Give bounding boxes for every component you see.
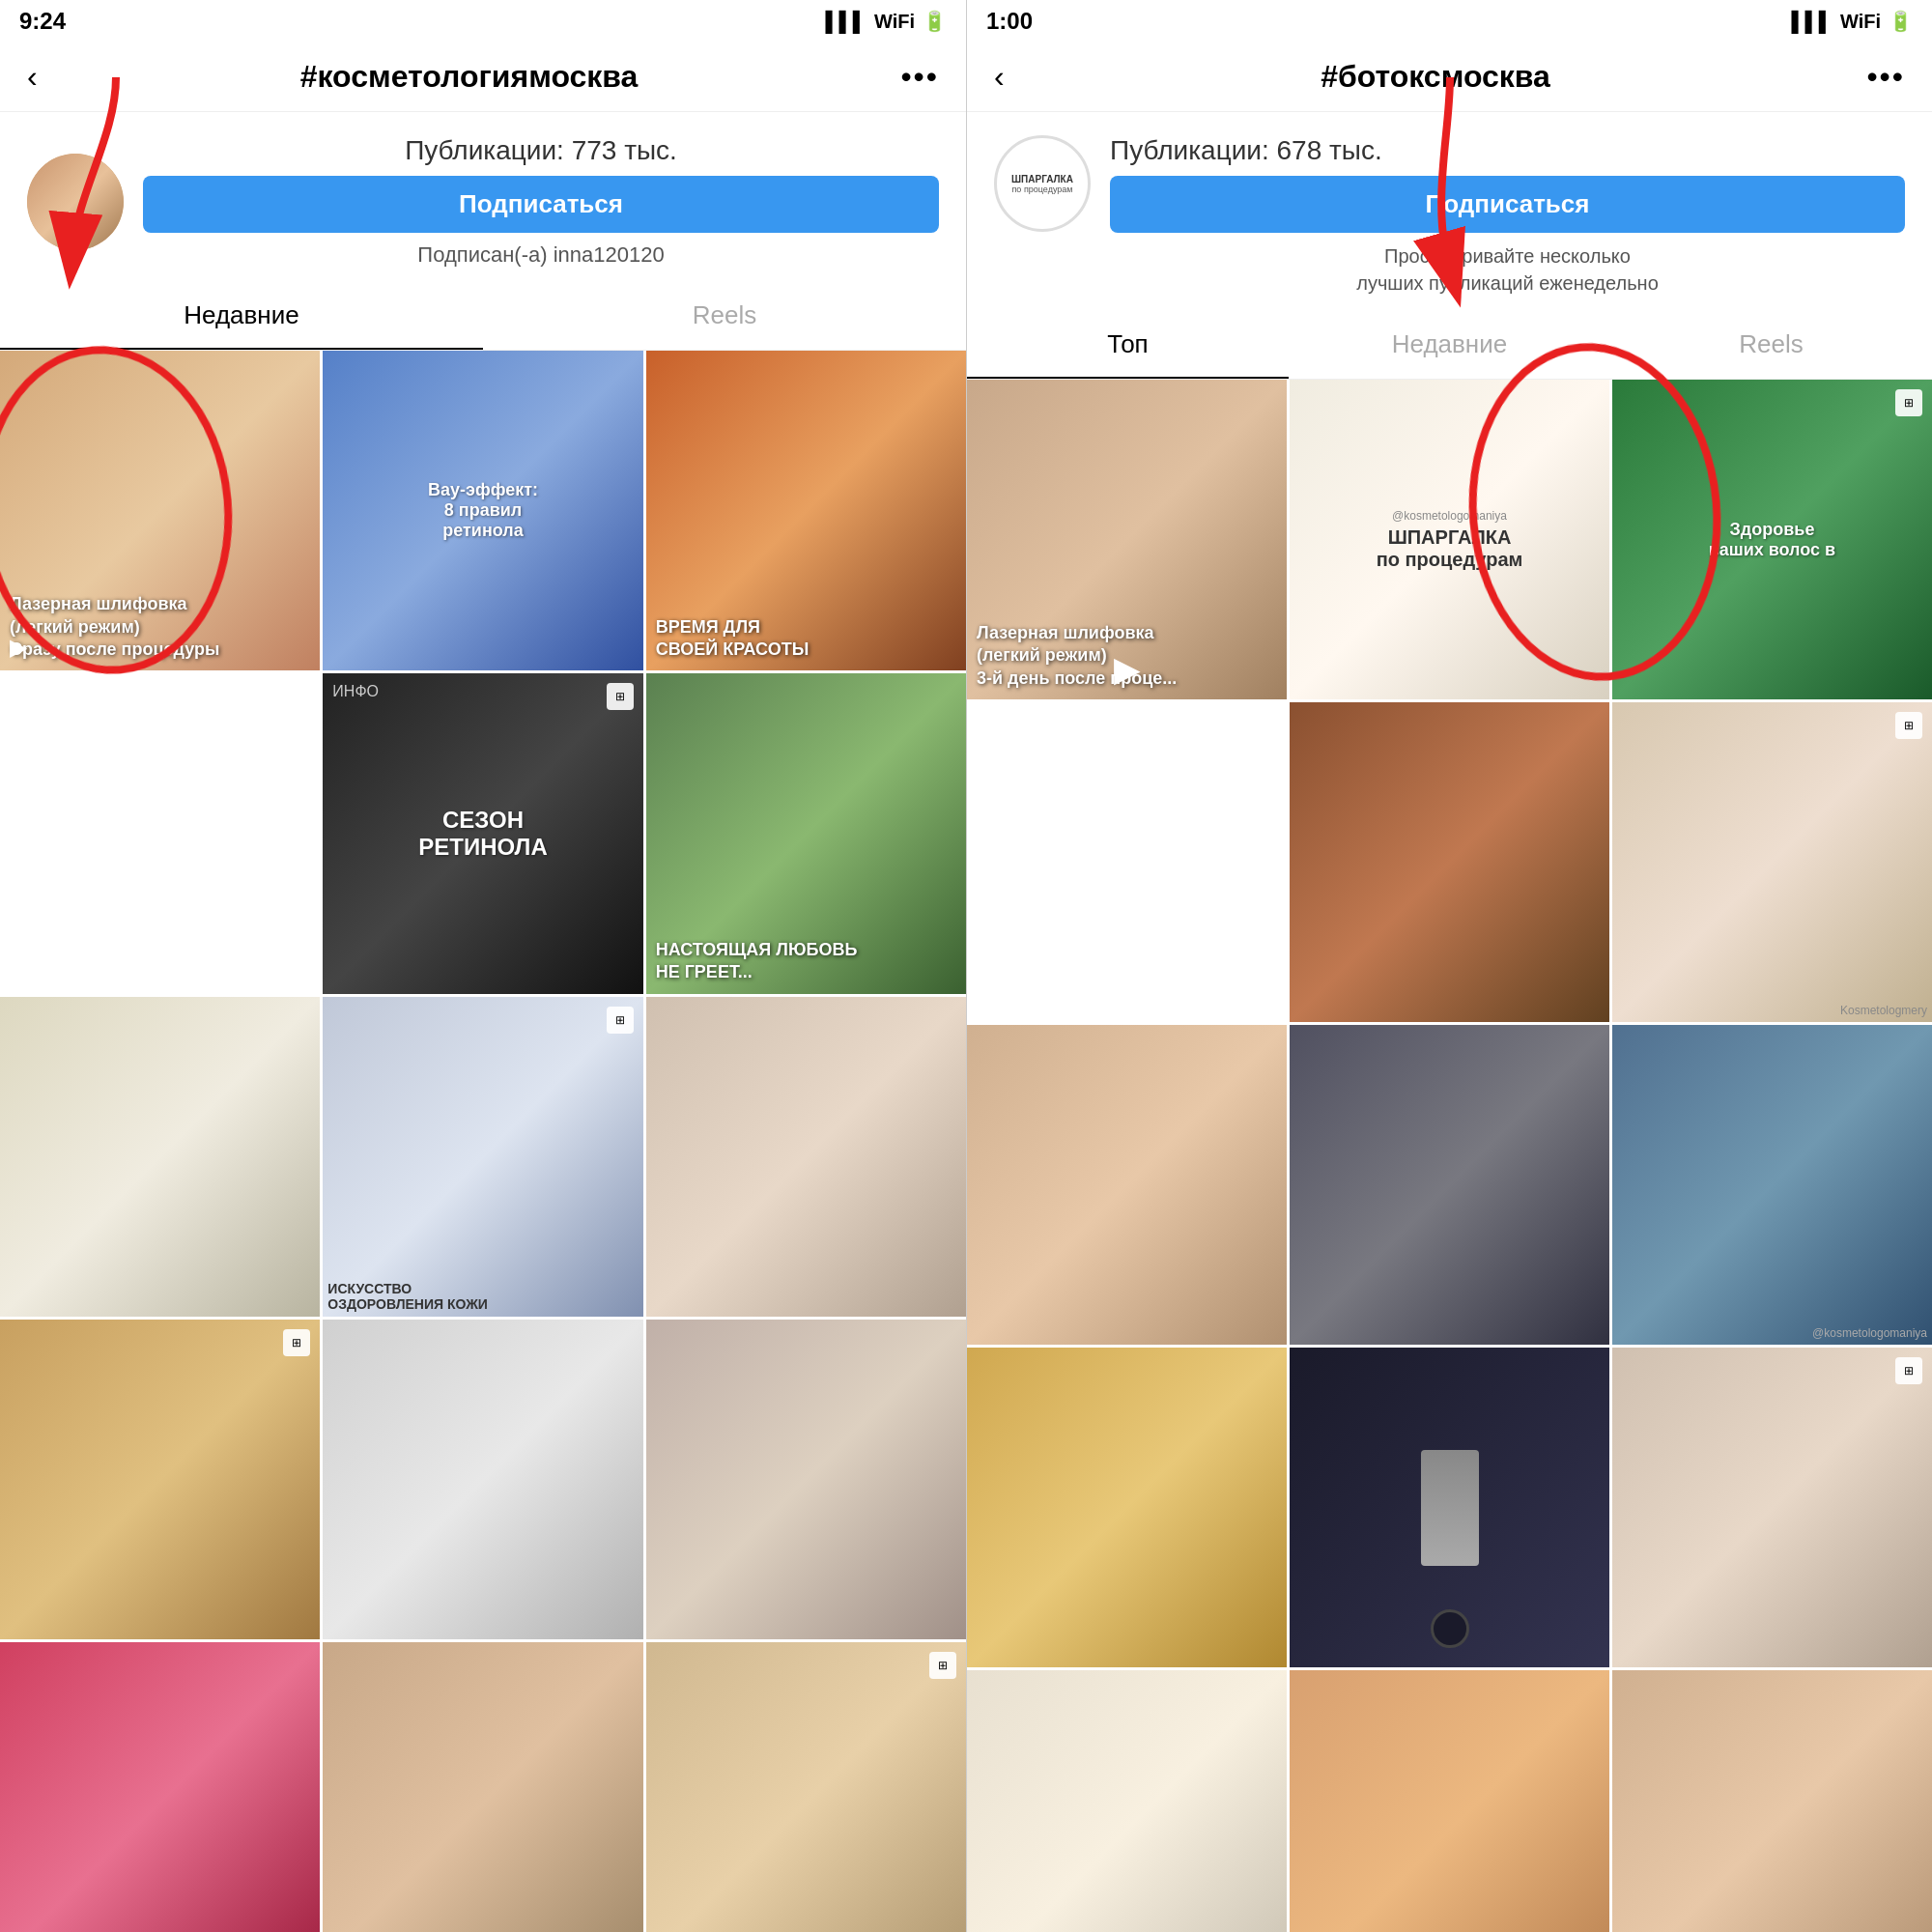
grid-item-8[interactable] [646, 997, 966, 1317]
signal-icon-r: ▌▌▌ [1791, 11, 1833, 33]
header-left: ‹ #косметологиямосква ••• [0, 43, 966, 112]
grid-item-3[interactable]: ВРЕМЯ ДЛЯСВОЕЙ КРАСОТЫ [646, 351, 966, 670]
profile-info-right: Публикации: 678 тыс. Подписаться Просмат… [1110, 135, 1905, 297]
tabs-left: Недавние Reels [0, 283, 966, 351]
multi-icon-r5: ⊞ [1895, 712, 1922, 739]
grid-item-4[interactable]: СЕЗОНРЕТИНОЛА ИНФО ⊞ [323, 673, 642, 993]
grid-item-r8[interactable]: @kosmetologomaniya [1612, 1025, 1932, 1345]
wifi-icon-r: WiFi [1840, 11, 1881, 33]
battery-icon-r: 🔋 [1889, 10, 1913, 33]
grid-item-14[interactable]: ⊞ [646, 1642, 966, 1932]
grid-item-r3-text: Здоровьеваших волос в [1701, 512, 1843, 568]
grid-item-r1-text: Лазерная шлифовка(легкий режим)3-й день … [977, 622, 1177, 690]
grid-item-12[interactable] [0, 1642, 320, 1932]
grid-item-5-text: НАСТОЯЩАЯ ЛЮБОВЬНЕ ГРЕЕТ... [656, 939, 858, 984]
subscribe-button-right[interactable]: Подписаться [1110, 176, 1905, 233]
status-icons-left: ▌▌▌ WiFi 🔋 [825, 10, 947, 33]
grid-item-r6[interactable] [967, 1025, 1287, 1345]
status-bar-right: 1:00 ▌▌▌ WiFi 🔋 [967, 0, 1932, 43]
avatar-image-left [27, 154, 124, 250]
avatar-bg-left [27, 154, 124, 250]
grid-item-1-text: Лазерная шлифовка(легкий режим)Сразу пос… [10, 593, 219, 661]
profile-info-left: Публикации: 773 тыс. Подписаться Подписа… [143, 135, 939, 268]
more-button-left[interactable]: ••• [900, 59, 939, 95]
grid-item-r5[interactable]: Kosmetologmery ⊞ [1612, 702, 1932, 1022]
grid-item-r3[interactable]: Здоровьеваших волос в ⊞ [1612, 380, 1932, 699]
avatar-text-right: ШПАРГАЛКА по процедурам [1008, 170, 1077, 198]
header-right: ‹ #ботоксмосква ••• [967, 43, 1932, 112]
hashtag-title-left: #косметологиямосква [300, 59, 639, 95]
profile-row-right: ШПАРГАЛКА по процедурам Публикации: 678 … [994, 135, 1905, 297]
signal-icon: ▌▌▌ [825, 11, 867, 33]
grid-item-r11[interactable]: ⊞ [1612, 1348, 1932, 1667]
grid-item-2-text: Вау-эффект:8 правилретинола [420, 472, 546, 549]
tab-top-right[interactable]: Топ [967, 312, 1289, 379]
grid-item-4-text: СЕЗОНРЕТИНОЛА [411, 799, 555, 868]
multi-icon-r11: ⊞ [1895, 1357, 1922, 1384]
grid-left: Лазерная шлифовка(легкий режим)Сразу пос… [0, 351, 966, 1932]
tabs-right: Топ Недавние Reels [967, 312, 1932, 380]
avatar-image-right: ШПАРГАЛКА по процедурам [994, 135, 1091, 232]
grid-item-13[interactable] [323, 1642, 642, 1932]
subscribed-text-left: Подписан(-а) inna120120 [417, 242, 664, 268]
status-icons-right: ▌▌▌ WiFi 🔋 [1791, 10, 1913, 33]
grid-item-2[interactable]: Вау-эффект:8 правилретинола [323, 351, 642, 670]
status-bar-left: 9:24 ▌▌▌ WiFi 🔋 [0, 0, 966, 43]
grid-item-11[interactable] [646, 1320, 966, 1639]
grid-item-9[interactable]: ⊞ [0, 1320, 320, 1639]
grid-item-r1[interactable]: Лазерная шлифовка(легкий режим)3-й день … [967, 380, 1287, 699]
profile-section-right: ШПАРГАЛКА по процедурам Публикации: 678 … [967, 112, 1932, 312]
profile-section-left: Публикации: 773 тыс. Подписаться Подписа… [0, 112, 966, 283]
left-phone-panel: 9:24 ▌▌▌ WiFi 🔋 ‹ #косметологиямосква ••… [0, 0, 966, 1932]
multi-icon-9: ⊞ [283, 1329, 310, 1356]
grid-item-r13[interactable] [1290, 1670, 1609, 1932]
grid-item-r12[interactable]: ТЕЙПЫ ДЛЯ [967, 1670, 1287, 1932]
subscribe-button-left[interactable]: Подписаться [143, 176, 939, 233]
time-left: 9:24 [19, 8, 66, 35]
back-button-right[interactable]: ‹ [994, 59, 1005, 95]
grid-item-r9[interactable] [967, 1348, 1287, 1667]
more-button-right[interactable]: ••• [1866, 59, 1905, 95]
grid-item-3-text: ВРЕМЯ ДЛЯСВОЕЙ КРАСОТЫ [656, 616, 810, 662]
grid-item-r10[interactable] [1290, 1348, 1609, 1667]
multi-icon-7: ⊞ [607, 1007, 634, 1034]
info-label: ИНФО [332, 683, 379, 700]
grid-item-r4[interactable] [1290, 702, 1609, 1022]
back-button-left[interactable]: ‹ [27, 59, 38, 95]
tab-nedavnie-left[interactable]: Недавние [0, 283, 483, 350]
grid-right: Лазерная шлифовка(легкий режим)3-й день … [967, 380, 1932, 1932]
grid-item-1[interactable]: Лазерная шлифовка(легкий режим)Сразу пос… [0, 351, 320, 670]
profile-row-left: Публикации: 773 тыс. Подписаться Подписа… [27, 135, 939, 268]
video-icon-r1: ▶ [1114, 649, 1141, 690]
hashtag-title-right: #ботоксмосква [1321, 59, 1550, 95]
tab-nedavnie-right[interactable]: Недавние [1289, 312, 1610, 379]
grid-item-r7[interactable] [1290, 1025, 1609, 1345]
grid-item-10[interactable] [323, 1320, 642, 1639]
grid-item-r14[interactable] [1612, 1670, 1932, 1932]
grid-item-5[interactable]: НАСТОЯЩАЯ ЛЮБОВЬНЕ ГРЕЕТ... [646, 673, 966, 993]
grid-inner-left: Лазерная шлифовка(легкий режим)Сразу пос… [0, 351, 966, 1932]
avatar-left[interactable] [27, 154, 124, 250]
grid-item-7[interactable]: ИСКУССТВООЗДОРОВЛЕНИЯ КОЖИ ⊞ [323, 997, 642, 1317]
multi-icon-r3: ⊞ [1895, 389, 1922, 416]
grid-inner-right: Лазерная шлифовка(легкий режим)3-й день … [967, 380, 1932, 1932]
sub-desc-right: Просматривайте нескольколучших публикаци… [1110, 242, 1905, 297]
video-icon-1: ▶ [10, 634, 27, 661]
grid-item-6[interactable] [0, 997, 320, 1317]
tab-reels-right[interactable]: Reels [1610, 312, 1932, 379]
multi-icon-4: ⊞ [607, 683, 634, 710]
multi-icon-14: ⊞ [929, 1652, 956, 1679]
right-phone-panel: 1:00 ▌▌▌ WiFi 🔋 ‹ #ботоксмосква ••• ШПАР… [966, 0, 1932, 1932]
tab-reels-left[interactable]: Reels [483, 283, 966, 350]
time-right: 1:00 [986, 8, 1033, 35]
wifi-icon: WiFi [874, 11, 915, 33]
pub-count-right: Публикации: 678 тыс. [1110, 135, 1905, 166]
grid-item-r2[interactable]: @kosmetologomaniya ШПАРГАЛКАпо процедура… [1290, 380, 1609, 699]
avatar-right[interactable]: ШПАРГАЛКА по процедурам [994, 135, 1091, 232]
pub-count-left: Публикации: 773 тыс. [405, 135, 677, 166]
battery-icon: 🔋 [923, 10, 947, 33]
